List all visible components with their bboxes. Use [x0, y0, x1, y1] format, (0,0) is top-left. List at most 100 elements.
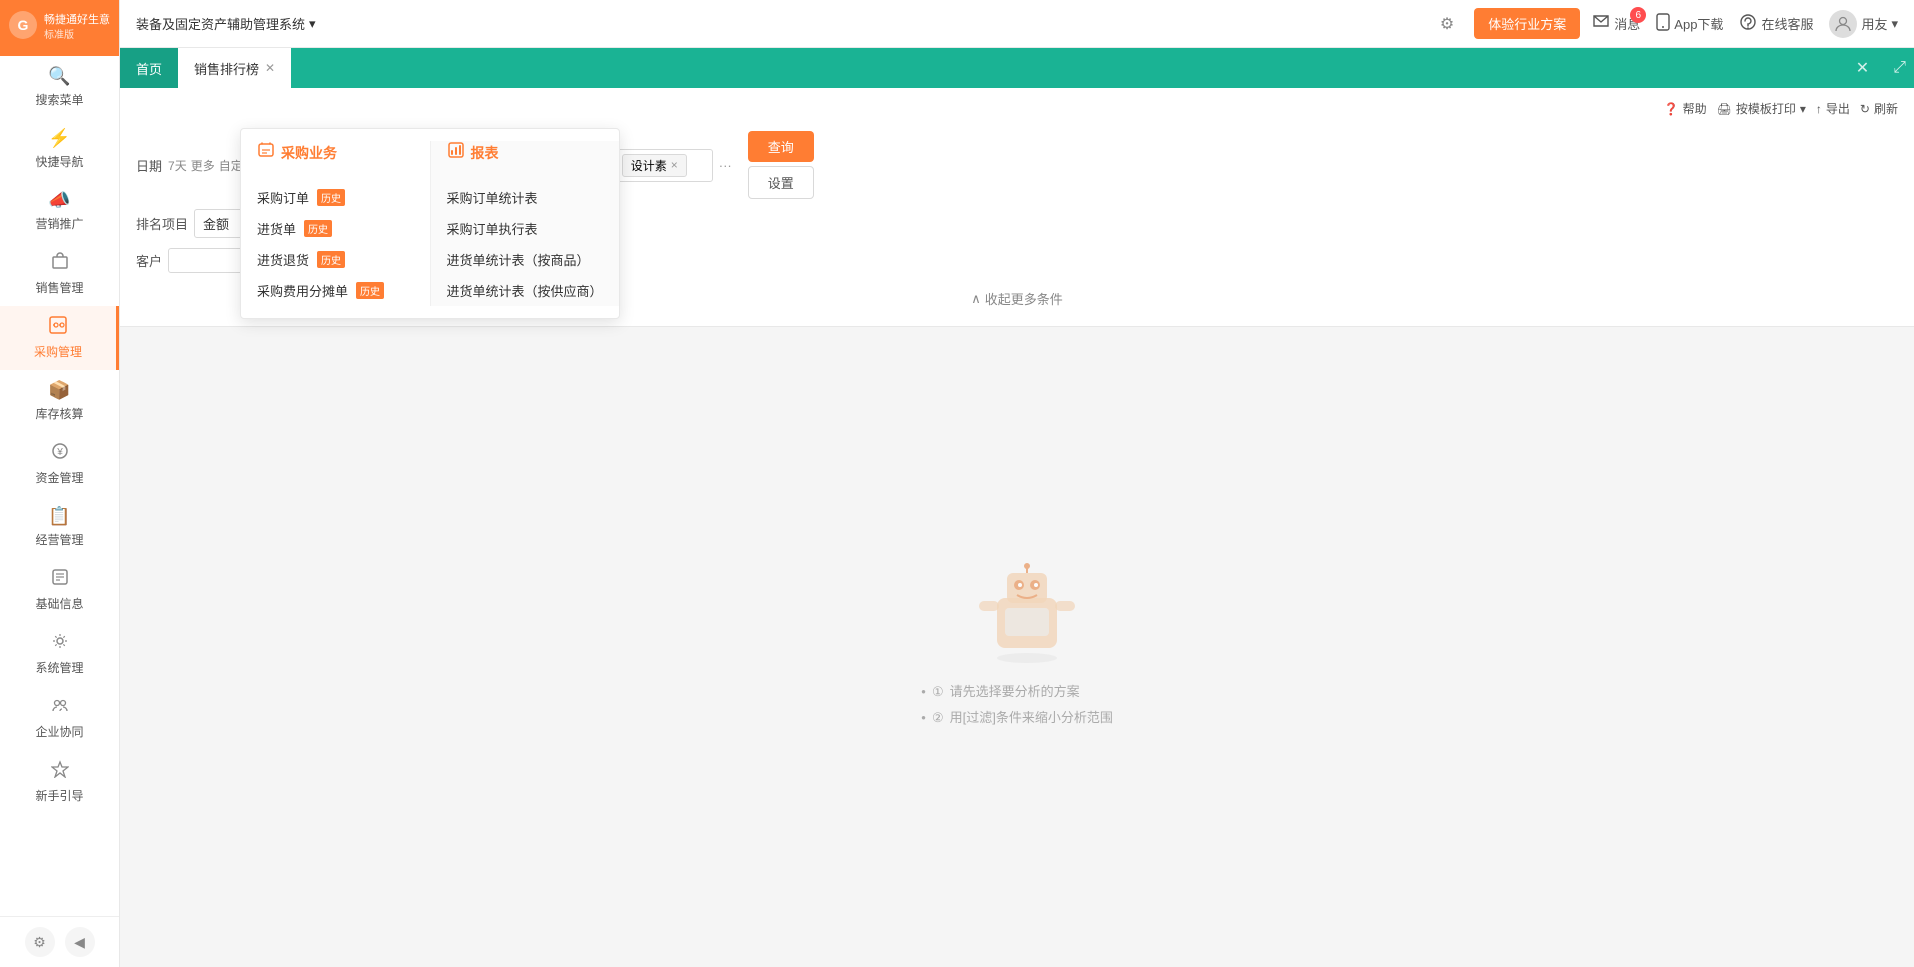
purchase-order-stats-item[interactable]: 采购订单统计表: [447, 182, 604, 213]
sidebar-item-finance[interactable]: ¥ 资金管理: [0, 432, 119, 496]
app-download-action[interactable]: App下载: [1656, 13, 1723, 34]
date-shortcut-7days[interactable]: 7天: [168, 157, 187, 174]
purchase-order-stats-label: 采购订单统计表: [447, 188, 538, 207]
search-icon: 🔍: [48, 66, 70, 87]
empty-tip-2-text: 用[过滤]条件来缩小分析范围: [950, 705, 1113, 731]
empty-state: ① 请先选择要分析的方案 ② 用[过滤]条件来缩小分析范围: [120, 327, 1914, 967]
purchase-expense-label: 采购费用分摊单: [257, 281, 348, 300]
export-btn[interactable]: ↑ 导出: [1816, 100, 1850, 117]
inbound-order-history-badge: 历史: [304, 220, 332, 237]
sidebar-item-label: 库存核算: [35, 405, 83, 422]
print-btn[interactable]: 🖨 按模板打印 ▾: [1717, 100, 1806, 117]
tab-home[interactable]: 首页: [120, 48, 178, 88]
settings-bottom-btn[interactable]: ⚙: [25, 927, 55, 957]
query-btn[interactable]: 查询: [748, 131, 814, 162]
system-title: 装备及固定资产辅助管理系统 ▾: [136, 14, 1420, 33]
date-shortcut-more[interactable]: 更多: [191, 157, 215, 174]
empty-tip-2: ② 用[过滤]条件来缩小分析范围: [921, 705, 1113, 731]
purchase-dropdown-menu: 采购业务 采购订单 历史 进货单 历史 进货退货 历史 采购费用分摊单 历史: [240, 128, 620, 319]
app-subtitle: 标准版: [44, 29, 110, 43]
inbound-stats-goods-item[interactable]: 进货单统计表（按商品）: [447, 244, 604, 275]
message-action[interactable]: 消息 6: [1592, 13, 1640, 34]
sidebar-item-label: 经营管理: [35, 531, 83, 548]
marketing-icon: 📣: [48, 190, 70, 211]
goods-tag-text: 设计素: [631, 157, 667, 174]
message-badge: 6: [1630, 7, 1646, 23]
inbound-stats-supplier-item[interactable]: 进货单统计表（按供应商）: [447, 275, 604, 306]
tab-close-icon[interactable]: ✕: [265, 61, 275, 75]
svg-text:G: G: [18, 17, 29, 33]
newbie-icon: [51, 760, 69, 783]
purchase-col-title: 采购业务: [257, 141, 414, 172]
help-icon: ❓: [1664, 102, 1679, 116]
export-icon: ↑: [1816, 102, 1822, 116]
help-btn[interactable]: ❓ 帮助: [1664, 100, 1707, 117]
purchase-expense-history-badge: 历史: [356, 282, 384, 299]
collapse-label: 收起更多条件: [985, 289, 1063, 308]
system-title-text: 装备及固定资产辅助管理系统: [136, 14, 305, 33]
tab-home-label: 首页: [136, 59, 162, 78]
bullet-icon-2: ②: [932, 705, 944, 731]
sidebar-item-enterprise[interactable]: 企业协同: [0, 686, 119, 750]
system-title-dropdown[interactable]: 装备及固定资产辅助管理系统 ▾: [136, 14, 1420, 33]
goods-tag: 设计素 ×: [622, 154, 687, 177]
sidebar-item-label: 企业协同: [35, 723, 83, 740]
empty-state-tips: ① 请先选择要分析的方案 ② 用[过滤]条件来缩小分析范围: [921, 679, 1113, 731]
online-service-action[interactable]: 在线客服: [1739, 13, 1813, 34]
refresh-btn[interactable]: ↻ 刷新: [1860, 100, 1898, 117]
inbound-order-item[interactable]: 进货单 历史: [257, 213, 414, 244]
tab-sales-rank-label: 销售排行榜: [194, 59, 259, 78]
sidebar-item-label: 资金管理: [35, 469, 83, 486]
export-label: 导出: [1826, 100, 1850, 117]
robot-svg: [967, 563, 1087, 663]
purchase-order-item[interactable]: 采购订单 历史: [257, 182, 414, 213]
purchase-order-exec-item[interactable]: 采购订单执行表: [447, 213, 604, 244]
sidebar-item-inventory[interactable]: 📦 库存核算: [0, 370, 119, 432]
sidebar-item-label: 销售管理: [35, 279, 83, 296]
expand-icon[interactable]: ⤢: [1885, 59, 1914, 77]
empty-tip-1-text: 请先选择要分析的方案: [950, 679, 1080, 705]
settings-btn[interactable]: 设置: [748, 166, 814, 199]
online-service-label: 在线客服: [1761, 14, 1813, 33]
empty-state-illustration: [967, 563, 1067, 663]
topbar-actions: 消息 6 App下载: [1592, 10, 1898, 38]
purchase-order-history-badge: 历史: [317, 189, 345, 206]
operations-icon: 📋: [48, 506, 70, 527]
purchase-order-label: 采购订单: [257, 188, 309, 207]
sidebar-item-marketing[interactable]: 📣 营销推广: [0, 180, 119, 242]
info-icon: [51, 568, 69, 591]
sidebar-item-sales[interactable]: 销售管理: [0, 242, 119, 306]
goods-more-btn[interactable]: ···: [719, 158, 732, 173]
user-action[interactable]: 用友 ▾: [1829, 10, 1898, 38]
sales-icon: [51, 252, 69, 275]
close-all-tabs-btn[interactable]: ✕: [1840, 58, 1885, 78]
collapse-sidebar-btn[interactable]: ◀: [65, 927, 95, 957]
purchase-col: 采购业务 采购订单 历史 进货单 历史 进货退货 历史 采购费用分摊单 历史: [241, 141, 430, 306]
sidebar-item-label: 快捷导航: [35, 153, 83, 170]
sidebar-item-label: 采购管理: [34, 343, 82, 360]
filter-top-actions: ❓ 帮助 🖨 按模板打印 ▾ ↑ 导出 ↻ 刷新: [136, 100, 1898, 117]
tab-sales-rank[interactable]: 销售排行榜 ✕: [178, 48, 291, 88]
report-col: 报表 采购订单统计表 采购订单执行表 进货单统计表（按商品） 进货单统计表（按供…: [430, 141, 620, 306]
sidebar-item-newbie[interactable]: 新手引导: [0, 750, 119, 814]
purchase-expense-item[interactable]: 采购费用分摊单 历史: [257, 275, 414, 306]
sidebar-item-purchase[interactable]: 采购管理: [0, 306, 119, 370]
sidebar-item-quicknav[interactable]: ⚡ 快捷导航: [0, 118, 119, 180]
goods-selector[interactable]: 设计素 ×: [613, 149, 713, 182]
goods-tag-remove[interactable]: ×: [671, 158, 678, 172]
print-chevron-icon: ▾: [1800, 102, 1806, 116]
bullet-icon: ①: [932, 679, 944, 705]
inbound-return-item[interactable]: 进货退货 历史: [257, 244, 414, 275]
sidebar-item-label: 营销推广: [35, 215, 83, 232]
sidebar-item-search[interactable]: 🔍 搜索菜单: [0, 56, 119, 118]
sidebar-item-basic-info[interactable]: 基础信息: [0, 558, 119, 622]
sidebar-logo: G 畅捷通好生意 标准版: [0, 0, 119, 56]
sidebar-item-system[interactable]: 系统管理: [0, 622, 119, 686]
industry-btn[interactable]: 体验行业方案: [1474, 8, 1580, 39]
refresh-label: 刷新: [1874, 100, 1898, 117]
topbar-gear-icon[interactable]: ⚙: [1432, 14, 1462, 34]
user-chevron-icon: ▾: [1891, 16, 1898, 32]
print-icon: 🖨: [1717, 102, 1732, 116]
service-icon: [1739, 13, 1757, 34]
sidebar-item-operations[interactable]: 📋 经营管理: [0, 496, 119, 558]
